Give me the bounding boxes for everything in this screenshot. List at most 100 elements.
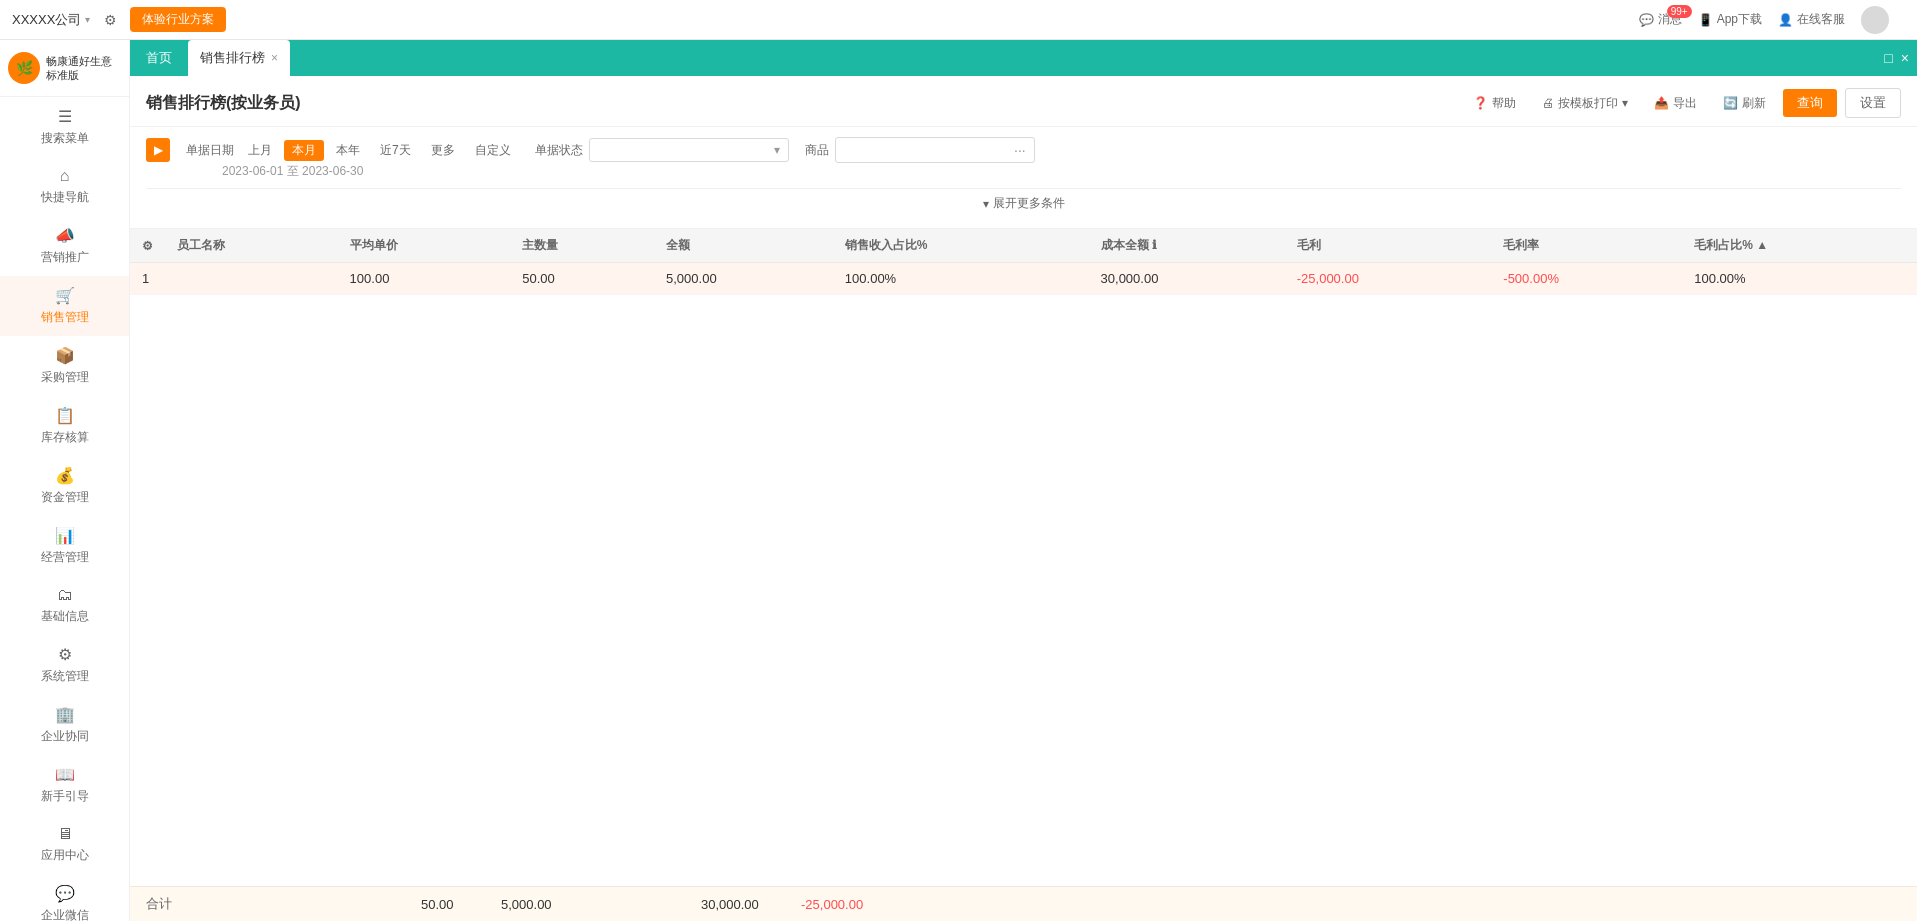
company-selector[interactable]: XXXXX公司 ▾ bbox=[12, 11, 90, 29]
app-download-button[interactable]: 📱 App下载 bbox=[1698, 11, 1762, 28]
col-cost: 成本全额 ℹ bbox=[1089, 229, 1285, 263]
date-filter: 单据日期 上月 本月 本年 近7天 更多 自定义 bbox=[186, 140, 519, 161]
status-filter-label: 单据状态 bbox=[535, 142, 583, 159]
col-profit: 毛利 bbox=[1285, 229, 1492, 263]
date-range-text: 2023-06-01 至 2023-06-30 bbox=[222, 164, 363, 178]
goods-filter-label: 商品 bbox=[805, 142, 829, 159]
tab-close-icon[interactable]: × bbox=[271, 51, 278, 65]
tab-bar-right: □ × bbox=[1884, 50, 1917, 66]
sidebar-label-marketing: 营销推广 bbox=[41, 249, 89, 266]
print-button[interactable]: 🖨 按模板打印 ▾ bbox=[1533, 90, 1637, 117]
wechat-icon: 💬 bbox=[55, 884, 75, 903]
export-icon: 📤 bbox=[1654, 96, 1669, 110]
refresh-icon: 🔄 bbox=[1723, 96, 1738, 110]
operations-icon: 📊 bbox=[55, 526, 75, 545]
message-badge: 99+ bbox=[1667, 5, 1692, 18]
sidebar-label-wechat: 企业微信 bbox=[41, 907, 89, 921]
col-sales-pct: 销售收入占比% bbox=[833, 229, 1089, 263]
messages-button[interactable]: 💬 消息 99+ bbox=[1639, 11, 1682, 28]
cell-avg-price: 100.00 bbox=[338, 263, 511, 295]
date-buttons: 上月 本月 本年 近7天 更多 自定义 bbox=[240, 140, 519, 161]
sidebar-item-purchase[interactable]: 📦 采购管理 bbox=[0, 336, 129, 396]
filter-toggle-icon[interactable]: ▶ bbox=[146, 138, 170, 162]
help-button[interactable]: ❓ 帮助 bbox=[1464, 90, 1525, 117]
tab-sales-ranking[interactable]: 销售排行榜 × bbox=[188, 40, 290, 76]
chevron-down-icon: ▾ bbox=[85, 14, 90, 25]
logo-icon: 🌿 bbox=[8, 52, 40, 84]
more-dots-icon[interactable]: ··· bbox=[1014, 142, 1026, 158]
table-footer: 合计 50.00 5,000.00 30,000.00 -25,000.00 bbox=[130, 886, 1917, 921]
top-bar: XXXXX公司 ▾ ⚙ 体验行业方案 💬 消息 99+ 📱 App下载 👤 在线… bbox=[0, 0, 1917, 40]
table-settings-icon[interactable]: ⚙ bbox=[142, 239, 153, 253]
sidebar-item-inventory[interactable]: 📋 库存核算 bbox=[0, 396, 129, 456]
main-layout: 🌿 畅康通好生意 标准版 ☰ 搜索菜单 ⌂ 快捷导航 📣 营销推广 🛒 销售管理… bbox=[0, 40, 1917, 921]
export-button[interactable]: 📤 导出 bbox=[1645, 90, 1706, 117]
sidebar-label-search: 搜索菜单 bbox=[41, 130, 89, 147]
minimize-icon[interactable]: □ bbox=[1884, 50, 1892, 66]
online-service-button[interactable]: 👤 在线客服 bbox=[1778, 11, 1845, 28]
date-range-display: 2023-06-01 至 2023-06-30 bbox=[178, 163, 1901, 180]
sidebar-item-system[interactable]: ⚙ 系统管理 bbox=[0, 635, 129, 695]
date-btn-this-year[interactable]: 本年 bbox=[328, 140, 368, 161]
col-profit-pct: 毛利占比% ▲ bbox=[1682, 229, 1917, 263]
status-select[interactable]: ▾ bbox=[589, 138, 789, 162]
expand-label: 展开更多条件 bbox=[993, 195, 1065, 212]
table-row: 1 100.00 50.00 5,000.00 100.00% 30,000.0… bbox=[130, 263, 1917, 295]
sidebar-item-apps[interactable]: 🖥 应用中心 bbox=[0, 815, 129, 874]
cell-cost: 30,000.00 bbox=[1089, 263, 1285, 295]
filter-row: ▶ 单据日期 上月 本月 本年 近7天 更多 自定义 bbox=[146, 137, 1901, 163]
date-btn-custom[interactable]: 自定义 bbox=[467, 140, 519, 161]
expand-more-button[interactable]: ▾ 展开更多条件 bbox=[146, 188, 1901, 218]
date-btn-last-month[interactable]: 上月 bbox=[240, 140, 280, 161]
sidebar-item-quick[interactable]: ⌂ 快捷导航 bbox=[0, 157, 129, 216]
sidebar-item-collab[interactable]: 🏢 企业协同 bbox=[0, 695, 129, 755]
sidebar-label-operations: 经营管理 bbox=[41, 549, 89, 566]
sidebar-item-guide[interactable]: 📖 新手引导 bbox=[0, 755, 129, 815]
sidebar-label-finance: 资金管理 bbox=[41, 489, 89, 506]
settings-button[interactable]: 设置 bbox=[1845, 88, 1901, 118]
footer-profit: -25,000.00 bbox=[801, 897, 901, 912]
query-button[interactable]: 查询 bbox=[1783, 89, 1837, 117]
avatar[interactable] bbox=[1861, 6, 1889, 34]
collab-icon: 🏢 bbox=[55, 705, 75, 724]
sidebar-label-sales: 销售管理 bbox=[41, 309, 89, 326]
status-select-chevron: ▾ bbox=[774, 143, 780, 157]
tab-bar: 首页 销售排行榜 × □ × bbox=[130, 40, 1917, 76]
service-label: 在线客服 bbox=[1797, 11, 1845, 28]
settings-icon[interactable]: ⚙ bbox=[98, 8, 122, 32]
refresh-button[interactable]: 🔄 刷新 bbox=[1714, 90, 1775, 117]
tab-home[interactable]: 首页 bbox=[130, 40, 188, 76]
date-btn-last7[interactable]: 近7天 bbox=[372, 140, 419, 161]
apps-icon: 🖥 bbox=[57, 825, 73, 843]
sidebar-item-basic[interactable]: 🗂 基础信息 bbox=[0, 576, 129, 635]
industry-button[interactable]: 体验行业方案 bbox=[130, 7, 226, 32]
sidebar-item-wechat[interactable]: 💬 企业微信 bbox=[0, 874, 129, 921]
sidebar-label-collab: 企业协同 bbox=[41, 728, 89, 745]
purchase-icon: 📦 bbox=[55, 346, 75, 365]
col-profit-rate: 毛利率 bbox=[1491, 229, 1682, 263]
sidebar-item-search[interactable]: ☰ 搜索菜单 bbox=[0, 97, 129, 157]
sidebar-item-finance[interactable]: 💰 资金管理 bbox=[0, 456, 129, 516]
sidebar-label-quick: 快捷导航 bbox=[41, 189, 89, 206]
finance-icon: 💰 bbox=[55, 466, 75, 485]
date-btn-this-month[interactable]: 本月 bbox=[284, 140, 324, 161]
sidebar-item-operations[interactable]: 📊 经营管理 bbox=[0, 516, 129, 576]
sidebar-logo: 🌿 畅康通好生意 标准版 bbox=[0, 40, 129, 97]
sidebar-item-sales[interactable]: 🛒 销售管理 bbox=[0, 276, 129, 336]
sidebar-label-inventory: 库存核算 bbox=[41, 429, 89, 446]
cell-rank: 1 bbox=[130, 263, 165, 295]
cell-profit-rate: -500.00% bbox=[1491, 263, 1682, 295]
date-btn-more[interactable]: 更多 bbox=[423, 140, 463, 161]
cell-qty: 50.00 bbox=[510, 263, 654, 295]
sidebar-item-marketing[interactable]: 📣 营销推广 bbox=[0, 216, 129, 276]
date-filter-label: 单据日期 bbox=[186, 142, 234, 159]
close-window-icon[interactable]: × bbox=[1901, 50, 1909, 66]
cell-amount: 5,000.00 bbox=[654, 263, 833, 295]
sidebar-label-system: 系统管理 bbox=[41, 668, 89, 685]
system-icon: ⚙ bbox=[58, 645, 72, 664]
footer-cost: 30,000.00 bbox=[701, 897, 801, 912]
app-label: App下载 bbox=[1717, 11, 1762, 28]
cell-profit-pct: 100.00% bbox=[1682, 263, 1917, 295]
goods-input[interactable]: ··· bbox=[835, 137, 1035, 163]
print-icon: 🖨 bbox=[1542, 96, 1554, 110]
